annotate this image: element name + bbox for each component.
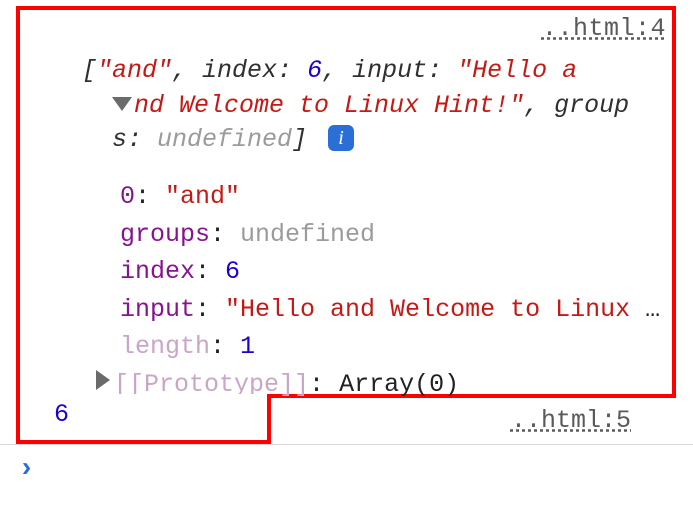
object-summary-line[interactable]: ["and", index: 6, input: "Hello a nd Wel… <box>42 54 664 158</box>
property-row-index[interactable]: index: 6 <box>120 253 666 291</box>
text: , <box>322 56 352 85</box>
colon: : <box>195 257 225 286</box>
property-value: 6 <box>225 257 240 286</box>
property-key: groups <box>120 220 210 249</box>
property-row-input[interactable]: input: "Hello and Welcome to Linux Hint!… <box>120 291 666 329</box>
expand-toggle[interactable] <box>112 91 134 120</box>
summary-input-value-part2: nd Welcome to Linux Hint!" <box>134 91 524 120</box>
property-value: undefined <box>240 220 375 249</box>
property-row-length[interactable]: length: 1 <box>120 328 666 366</box>
property-value: "Hello and Welcome to Linux Hint!" <box>225 295 666 324</box>
property-key: index <box>120 257 195 286</box>
array-summary: ["and", index: 6, input: "Hello a nd Wel… <box>42 54 664 158</box>
property-value: 1 <box>240 332 255 361</box>
console-message-2: 6 <box>16 394 271 444</box>
summary-input-value-part1: "Hello a <box>457 56 577 85</box>
summary-key: input: <box>352 56 457 85</box>
colon: : <box>195 295 225 324</box>
property-key: length <box>120 332 210 361</box>
divider <box>0 444 693 445</box>
summary-key: group <box>554 91 629 120</box>
colon: : <box>309 370 339 399</box>
property-row-0[interactable]: 0: "and" <box>120 178 666 216</box>
property-value: "and" <box>165 182 240 211</box>
console-message-1: ..html:4 ["and", index: 6, input: "Hello… <box>16 6 676 398</box>
colon: : <box>135 182 165 211</box>
summary-index-value: 6 <box>307 56 322 85</box>
text: , <box>524 91 554 120</box>
summary-key: index: <box>202 56 307 85</box>
text: [ <box>82 56 97 85</box>
chevron-down-icon <box>112 97 132 111</box>
property-value: Array(0) <box>339 370 459 399</box>
summary-groups-value: undefined <box>157 125 292 154</box>
colon: : <box>210 220 240 249</box>
colon: : <box>210 332 240 361</box>
log-value: 6 <box>54 400 69 429</box>
summary-key: s: <box>112 125 157 154</box>
source-link-2[interactable]: ..html:5 <box>511 406 631 435</box>
property-key: 0 <box>120 182 135 211</box>
match-value: "and" <box>97 56 172 85</box>
source-link-1[interactable]: ..html:4 <box>542 14 666 43</box>
property-row-groups[interactable]: groups: undefined <box>120 216 666 254</box>
text: , <box>172 56 202 85</box>
chevron-right-icon <box>96 370 110 390</box>
info-icon[interactable]: i <box>328 125 354 151</box>
expanded-properties: 0: "and" groups: undefined index: 6 inpu… <box>120 178 666 403</box>
console-prompt-icon[interactable]: › <box>18 454 35 485</box>
property-key: input <box>120 295 195 324</box>
text: ] <box>292 125 307 154</box>
